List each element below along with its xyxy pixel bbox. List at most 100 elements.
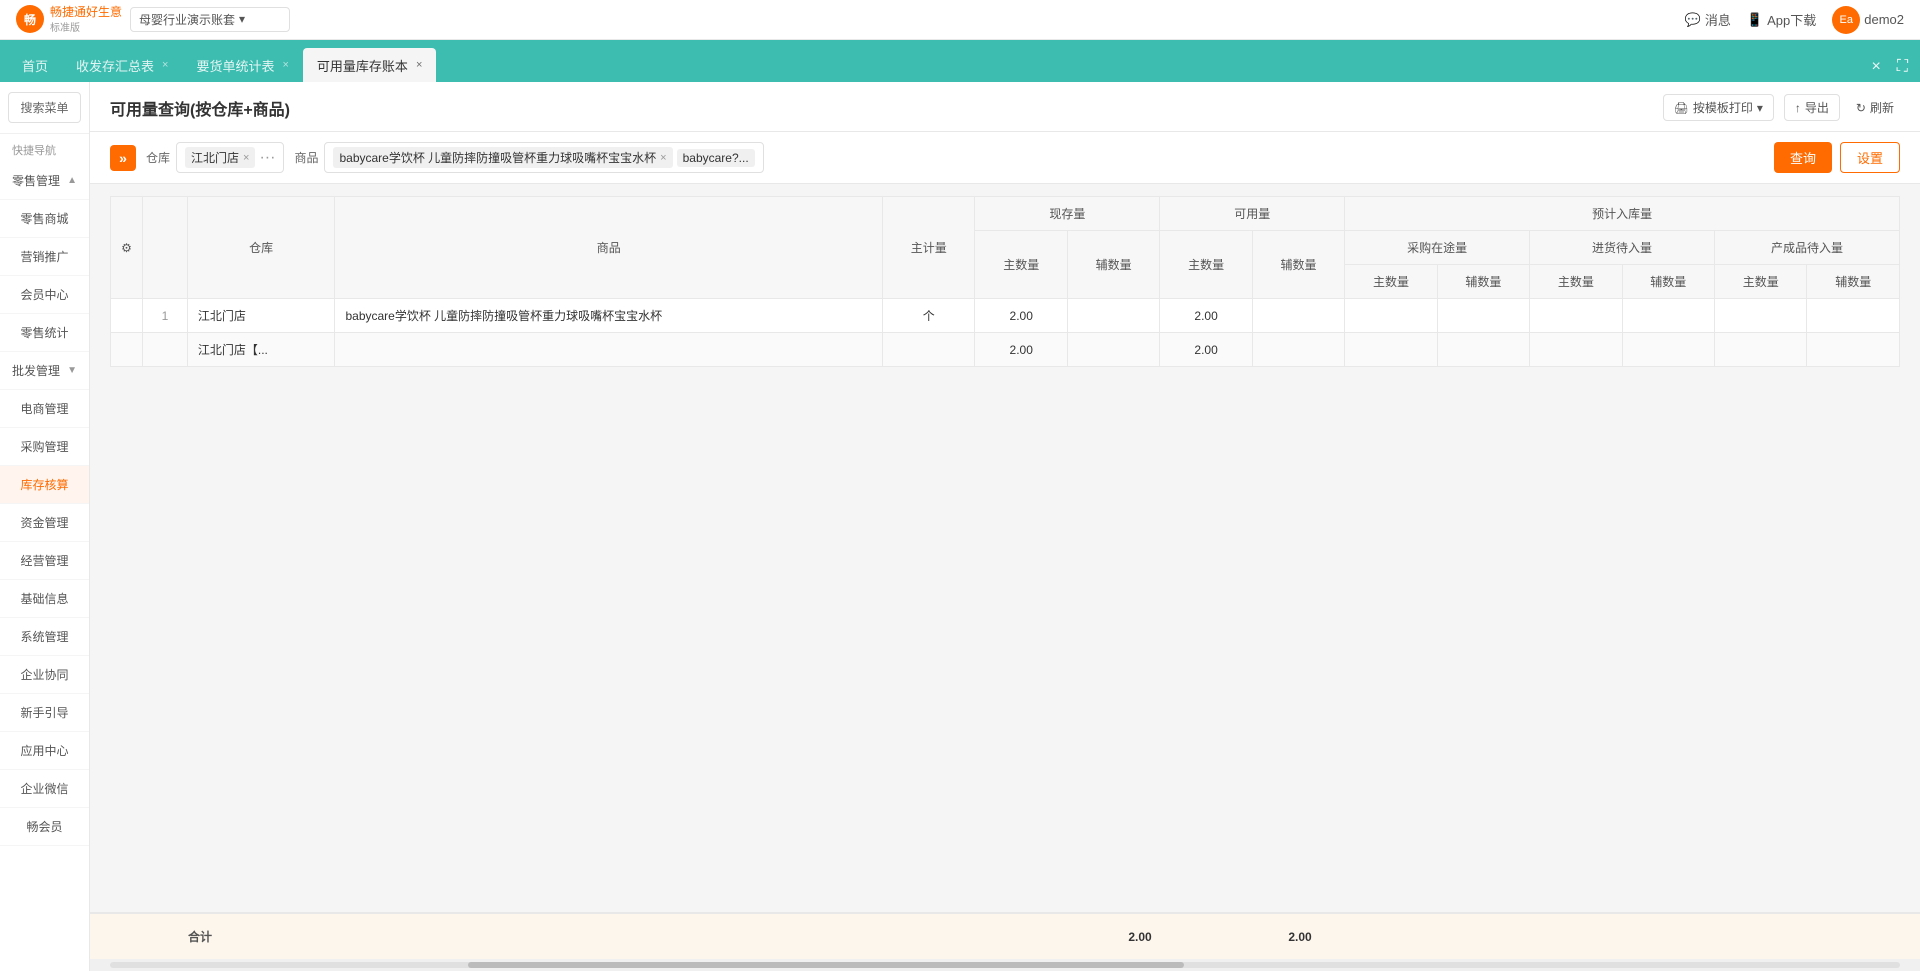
row-current-aux-qty xyxy=(1067,299,1159,333)
sidebar-item-retail-mgmt[interactable]: 零售管理 ▲ xyxy=(0,162,89,200)
query-btn[interactable]: 查询 xyxy=(1774,142,1832,173)
scrollbar-track[interactable] xyxy=(110,962,1900,968)
tab-fullscreen-btn[interactable]: ⛶ xyxy=(1893,56,1912,78)
tab-bar-right: × ⛶ xyxy=(1867,56,1912,82)
row-main-unit xyxy=(883,333,975,367)
table-container[interactable]: ⚙ 仓库 商品 主计量 现存量 可用量 预计入库量 主数量 辅数量 主数量 辅数… xyxy=(90,184,1920,912)
footer-table: 合计 2.00 2.00 xyxy=(110,922,1900,951)
app-download-btn[interactable]: 📱 App下载 xyxy=(1747,10,1816,29)
filter-expand-btn[interactable]: » xyxy=(110,145,136,171)
th-current-stock: 现存量 xyxy=(975,197,1160,231)
sidebar-item-inventory-check[interactable]: 库存核算 xyxy=(0,466,89,504)
tab-inventory-ledger-close[interactable]: × xyxy=(416,59,422,71)
user-area[interactable]: Ea demo2 xyxy=(1832,6,1904,34)
product-filter-group: 商品 babycare学饮杯 儿童防摔防撞吸管杯重力球吸嘴杯宝宝水杯 × bab… xyxy=(294,142,763,173)
th-expected-in: 预计入库量 xyxy=(1345,197,1900,231)
product-tag-1-value: babycare?... xyxy=(683,151,749,165)
tab-home-label: 首页 xyxy=(22,56,48,75)
refresh-btn[interactable]: ↻ 刷新 xyxy=(1850,95,1900,120)
sidebar-item-finance-mgmt[interactable]: 资金管理 xyxy=(0,504,89,542)
chevron-down-icon: ▼ xyxy=(67,365,77,376)
warehouse-tag-close[interactable]: × xyxy=(243,152,249,164)
th-settings[interactable]: ⚙ xyxy=(111,197,143,299)
org-selector[interactable]: 母婴行业演示账套 ▾ xyxy=(130,7,290,32)
table-row: 1 江北门店 babycare学饮杯 儿童防摔防撞吸管杯重力球吸嘴杯宝宝水杯 个… xyxy=(111,299,1900,333)
row-production-pending-aux xyxy=(1807,299,1900,333)
row-current-aux-qty xyxy=(1067,333,1159,367)
row-index: 1 xyxy=(143,299,188,333)
sidebar-item-purchase-mgmt[interactable]: 采购管理 xyxy=(0,428,89,466)
sidebar-item-retail-mall[interactable]: 零售商城 xyxy=(0,200,89,238)
sidebar-item-retail-stats[interactable]: 零售统计 xyxy=(0,314,89,352)
row-main-unit: 个 xyxy=(883,299,975,333)
tab-order-stats-label: 要货单统计表 xyxy=(196,56,274,75)
tab-home[interactable]: 首页 xyxy=(8,48,62,82)
sidebar-item-ecommerce-mgmt[interactable]: 电商管理 xyxy=(0,390,89,428)
sidebar-item-ops-mgmt[interactable]: 经营管理 xyxy=(0,542,89,580)
sidebar-item-newbie-guide[interactable]: 新手引导 xyxy=(0,694,89,732)
table-row: 江北门店【... 2.00 2.00 xyxy=(111,333,1900,367)
row-incoming-pending-main xyxy=(1530,299,1622,333)
row-purchase-in-transit-aux xyxy=(1437,333,1529,367)
sidebar-item-basic-info[interactable]: 基础信息 xyxy=(0,580,89,618)
tab-collect-send[interactable]: 收发存汇总表 × xyxy=(62,48,182,82)
username: demo2 xyxy=(1864,12,1904,27)
warehouse-filter-input[interactable]: 江北门店 × ··· xyxy=(176,142,284,173)
row-incoming-pending-aux xyxy=(1622,333,1714,367)
logo-text: 畅捷通好生意 xyxy=(50,5,122,19)
product-filter-input[interactable]: babycare学饮杯 儿童防摔防撞吸管杯重力球吸嘴杯宝宝水杯 × babyca… xyxy=(324,142,763,173)
sidebar-item-marketing[interactable]: 营销推广 xyxy=(0,238,89,276)
warehouse-more-icon[interactable]: ··· xyxy=(259,149,275,167)
scrollbar-area[interactable] xyxy=(90,959,1920,971)
table-footer: 合计 2.00 2.00 xyxy=(90,912,1920,959)
footer-empty-9 xyxy=(1740,922,1820,951)
message-btn[interactable]: 💬 消息 xyxy=(1685,10,1731,29)
row-settings[interactable] xyxy=(111,299,143,333)
row-production-pending-aux xyxy=(1807,333,1900,367)
sidebar-item-system-mgmt[interactable]: 系统管理 xyxy=(0,618,89,656)
tab-collect-send-close[interactable]: × xyxy=(162,59,168,71)
row-index xyxy=(143,333,188,367)
tab-collect-send-label: 收发存汇总表 xyxy=(76,56,154,75)
row-current-main-qty: 2.00 xyxy=(975,333,1067,367)
th-production-pending-aux: 辅数量 xyxy=(1807,265,1900,299)
sidebar-item-member-center[interactable]: 会员中心 xyxy=(0,276,89,314)
row-available-main-qty: 2.00 xyxy=(1160,299,1252,333)
product-tag-0-close[interactable]: × xyxy=(660,152,666,164)
th-current-aux-qty: 辅数量 xyxy=(1067,231,1159,299)
sidebar-item-vip-member[interactable]: 畅会员 xyxy=(0,808,89,846)
sidebar-item-app-center[interactable]: 应用中心 xyxy=(0,732,89,770)
th-main-unit: 主计量 xyxy=(883,197,975,299)
sidebar-item-wholesale-mgmt-label: 批发管理 xyxy=(12,362,60,379)
page-title: 可用量查询(按仓库+商品) xyxy=(110,96,290,120)
sidebar-search-btn[interactable]: 搜索菜单 xyxy=(8,92,81,123)
logo-area: 畅 畅捷通好生意 标准版 xyxy=(16,5,122,34)
page-actions: 🖨 按模板打印 ▾ ↑ 导出 ↻ 刷新 xyxy=(1663,94,1900,121)
footer-empty-4 xyxy=(1040,922,1100,951)
warehouse-filter-group: 仓库 江北门店 × ··· xyxy=(146,142,284,173)
row-purchase-in-transit-main xyxy=(1345,333,1437,367)
tab-close-all-btn[interactable]: × xyxy=(1867,56,1884,78)
export-btn[interactable]: ↑ 导出 xyxy=(1784,94,1840,121)
template-print-label: 按模板打印 xyxy=(1693,99,1753,116)
row-available-aux-qty xyxy=(1252,333,1344,367)
sidebar-item-enterprise-wechat[interactable]: 企业微信 xyxy=(0,770,89,808)
warehouse-tag: 江北门店 × xyxy=(185,147,255,168)
row-incoming-pending-aux xyxy=(1622,299,1714,333)
row-purchase-in-transit-aux xyxy=(1437,299,1529,333)
row-current-main-qty: 2.00 xyxy=(975,299,1067,333)
sidebar-item-wholesale-mgmt[interactable]: 批发管理 ▼ xyxy=(0,352,89,390)
row-warehouse: 江北门店【... xyxy=(187,333,335,367)
row-settings[interactable] xyxy=(111,333,143,367)
sidebar-item-enterprise-collab[interactable]: 企业协同 xyxy=(0,656,89,694)
template-print-btn[interactable]: 🖨 按模板打印 ▾ xyxy=(1663,94,1774,121)
page-header: 可用量查询(按仓库+商品) 🖨 按模板打印 ▾ ↑ 导出 ↻ 刷新 xyxy=(90,82,1920,132)
tab-bar: 首页 收发存汇总表 × 要货单统计表 × 可用量库存账本 × × ⛶ xyxy=(0,40,1920,82)
tab-order-stats-close[interactable]: × xyxy=(282,59,288,71)
app-download-icon: 📱 xyxy=(1747,12,1763,28)
scrollbar-thumb[interactable] xyxy=(468,962,1184,968)
tab-order-stats[interactable]: 要货单统计表 × xyxy=(182,48,302,82)
th-incoming-pending: 进货待入量 xyxy=(1530,231,1715,265)
tab-inventory-ledger[interactable]: 可用量库存账本 × xyxy=(303,48,436,82)
settings-btn[interactable]: 设置 xyxy=(1840,142,1900,173)
